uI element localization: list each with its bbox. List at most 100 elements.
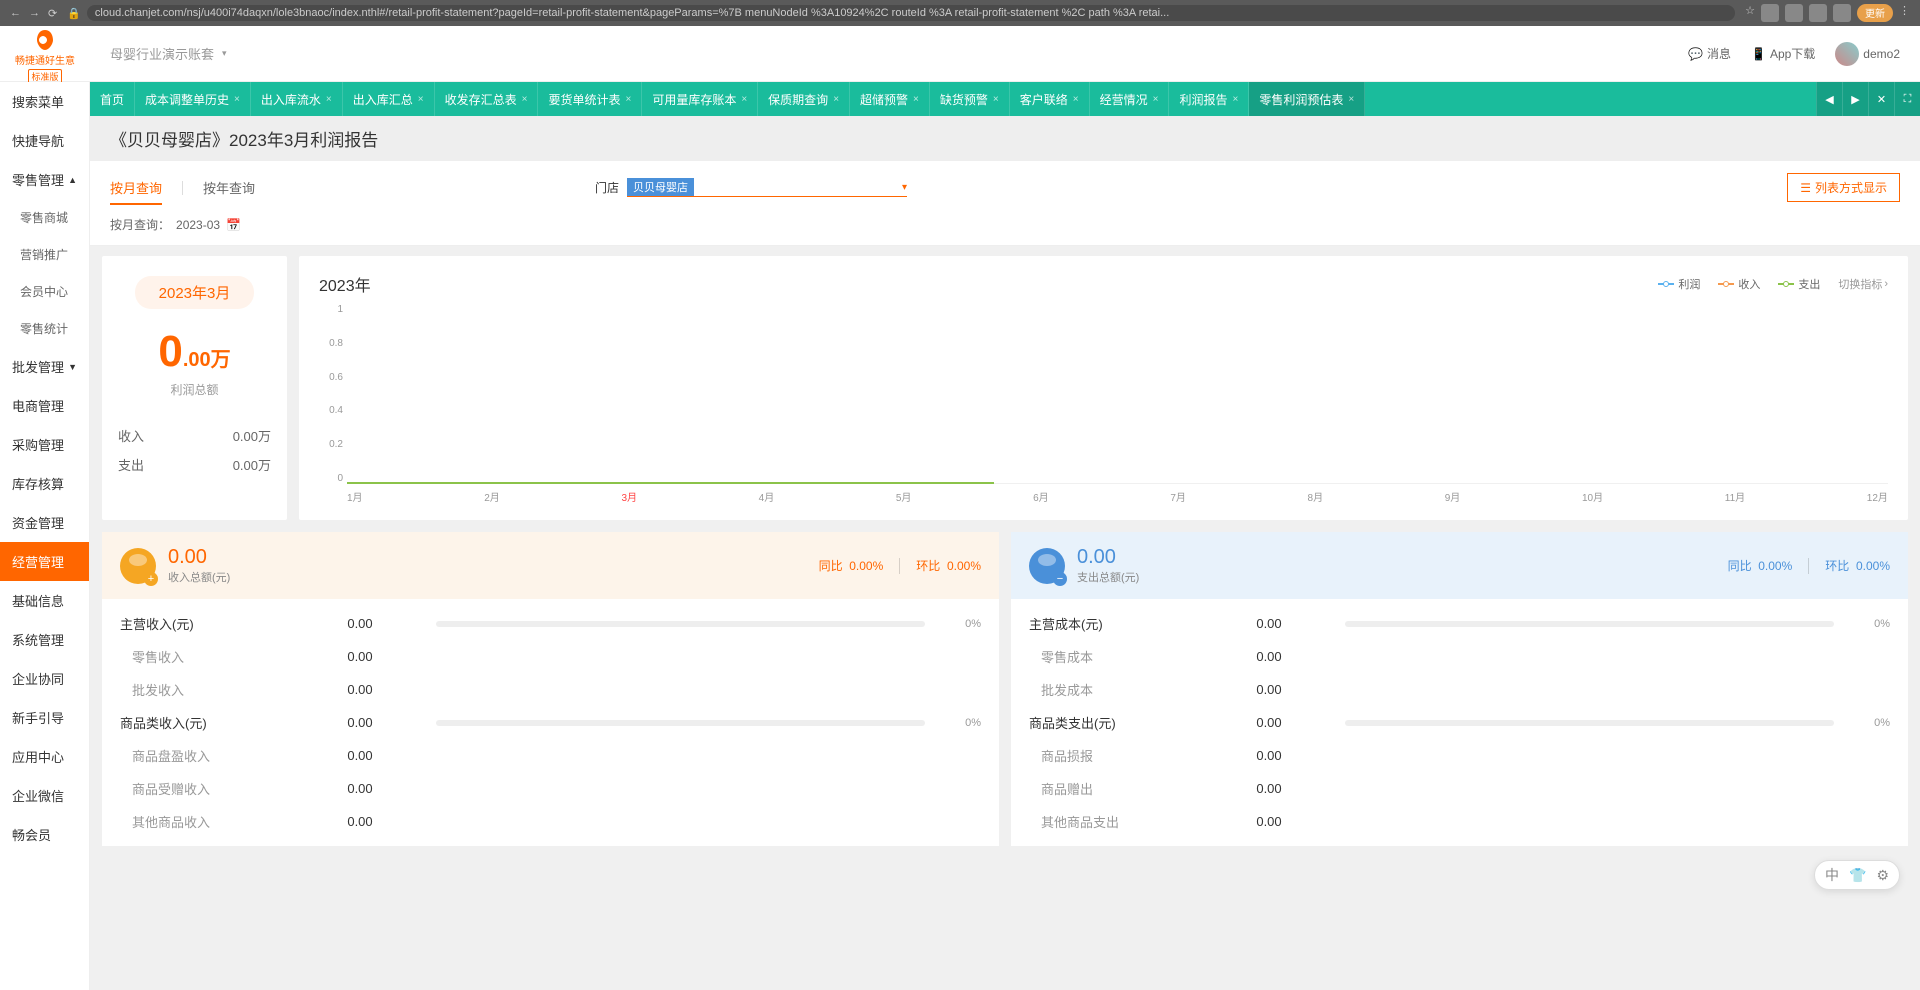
close-icon[interactable]: × (326, 94, 332, 105)
close-icon[interactable]: × (1153, 94, 1159, 105)
tab-next-button[interactable]: ▶ (1842, 82, 1868, 116)
chart-plot[interactable]: 10.80.60.40.20 1月2月3月4月5月6月7月8月9月10月11月1… (319, 304, 1888, 504)
query-tab-year[interactable]: 按年查询 (203, 174, 255, 201)
tab[interactable]: 成本调整单历史× (135, 82, 251, 116)
tab[interactable]: 经营情况× (1090, 82, 1170, 116)
detail-row: 零售成本0.00 (1029, 640, 1890, 673)
sidebar-item[interactable]: 新手引导 (0, 698, 89, 737)
tab[interactable]: 零售利润预估表× (1249, 82, 1365, 116)
income-label: 收入总额(元) (168, 569, 230, 585)
sidebar-item[interactable]: 采购管理 (0, 425, 89, 464)
detail-row: 商品类收入(元)0.000% (120, 706, 981, 739)
close-icon[interactable]: × (993, 94, 999, 105)
tab[interactable]: 客户联络× (1010, 82, 1090, 116)
tab-bar: 首页成本调整单历史×出入库流水×出入库汇总×收发存汇总表×要货单统计表×可用量库… (90, 82, 1920, 116)
account-selector[interactable]: 母婴行业演示账套 ▾ (110, 44, 227, 63)
logo[interactable]: 畅捷通好生意 标准版 (0, 24, 90, 84)
sidebar-item[interactable]: 经营管理 (0, 542, 89, 581)
chevron-down-icon: ▾ (902, 182, 907, 193)
back-icon[interactable]: ← (10, 7, 21, 20)
income-amount: 0.00 (168, 546, 230, 569)
chart-card: 2023年 利润收入支出切换指标 › 10.80.60.40.20 1月2月3月… (299, 256, 1908, 520)
x-tick: 3月 (621, 489, 637, 504)
forward-icon[interactable]: → (29, 7, 40, 20)
lock-icon: 🔒 (67, 7, 81, 20)
close-icon[interactable]: × (913, 94, 919, 105)
tab[interactable]: 要货单统计表× (538, 82, 642, 116)
close-icon[interactable]: × (625, 94, 631, 105)
app-header: 畅捷通好生意 标准版 母婴行业演示账套 ▾ 💬 消息 📱 App下载 demo2 (0, 26, 1920, 82)
tab[interactable]: 保质期查询× (758, 82, 850, 116)
switch-indicator-button[interactable]: 切换指标 › (1838, 276, 1888, 292)
expense-icon: − (1029, 548, 1065, 584)
close-icon[interactable]: × (1232, 94, 1238, 105)
tab[interactable]: 收发存汇总表× (435, 82, 539, 116)
sidebar-item[interactable]: 基础信息 (0, 581, 89, 620)
tab[interactable]: 首页 (90, 82, 135, 116)
list-view-button[interactable]: ☰ 列表方式显示 (1787, 173, 1900, 202)
sidebar-item[interactable]: 电商管理 (0, 386, 89, 425)
tab-prev-button[interactable]: ◀ (1816, 82, 1842, 116)
sidebar-item[interactable]: 搜索菜单 (0, 82, 89, 121)
message-icon: 💬 (1688, 47, 1703, 61)
extension-icon[interactable] (1761, 4, 1779, 22)
x-tick: 5月 (896, 489, 912, 504)
profit-total: 0.00万 (118, 327, 271, 377)
tab[interactable]: 可用量库存账本× (642, 82, 758, 116)
legend-item[interactable]: 支出 (1778, 276, 1820, 292)
legend-item[interactable]: 利润 (1658, 276, 1700, 292)
menu-icon[interactable]: ⋮ (1899, 4, 1910, 22)
x-tick: 1月 (347, 489, 363, 504)
sidebar-item[interactable]: 应用中心 (0, 737, 89, 776)
tab[interactable]: 超储预警× (850, 82, 930, 116)
tab-close-button[interactable]: ✕ (1868, 82, 1894, 116)
reload-icon[interactable]: ⟳ (48, 7, 57, 20)
ime-widget[interactable]: 中 👕 ⚙ (1814, 860, 1900, 890)
app-download-button[interactable]: 📱 App下载 (1751, 45, 1815, 62)
close-icon[interactable]: × (234, 94, 240, 105)
tab[interactable]: 出入库流水× (251, 82, 343, 116)
close-icon[interactable]: × (522, 94, 528, 105)
sidebar-item[interactable]: 会员中心 (0, 273, 89, 310)
x-tick: 12月 (1867, 489, 1888, 504)
sidebar-item[interactable]: 快捷导航 (0, 121, 89, 160)
messages-button[interactable]: 💬 消息 (1688, 45, 1731, 62)
filter-panel: 按月查询 按年查询 门店 贝贝母婴店 ▾ ☰ 列表方式显示 按月查询： (90, 161, 1920, 246)
tab[interactable]: 利润报告× (1169, 82, 1249, 116)
legend-item[interactable]: 收入 (1718, 276, 1760, 292)
chart-series-line (347, 482, 994, 484)
sidebar-item[interactable]: 企业微信 (0, 776, 89, 815)
sidebar-item[interactable]: 批发管理▼ (0, 347, 89, 386)
star-icon[interactable]: ☆ (1745, 4, 1755, 22)
sidebar-item[interactable]: 零售统计 (0, 310, 89, 347)
browser-extensions: ☆ 更新 ⋮ (1745, 4, 1910, 22)
tab-expand-button[interactable]: ⛶ (1894, 82, 1920, 116)
tab-controls: ◀ ▶ ✕ ⛶ (1816, 82, 1920, 116)
close-icon[interactable]: × (418, 94, 424, 105)
extension-icon[interactable] (1833, 4, 1851, 22)
close-icon[interactable]: × (1073, 94, 1079, 105)
sidebar-item[interactable]: 系统管理 (0, 620, 89, 659)
update-button[interactable]: 更新 (1857, 4, 1893, 22)
x-tick: 2月 (484, 489, 500, 504)
calendar-icon[interactable]: 📅 (226, 218, 241, 232)
sidebar-item[interactable]: 畅会员 (0, 815, 89, 854)
extension-icon[interactable] (1809, 4, 1827, 22)
extension-icon[interactable] (1785, 4, 1803, 22)
tab[interactable]: 缺货预警× (930, 82, 1010, 116)
user-menu[interactable]: demo2 (1835, 42, 1900, 66)
close-icon[interactable]: × (1348, 94, 1354, 105)
sidebar-item[interactable]: 零售商城 (0, 199, 89, 236)
sidebar-item[interactable]: 营销推广 (0, 236, 89, 273)
sidebar-item[interactable]: 企业协同 (0, 659, 89, 698)
close-icon[interactable]: × (741, 94, 747, 105)
sidebar-item[interactable]: 资金管理 (0, 503, 89, 542)
tab[interactable]: 出入库汇总× (343, 82, 435, 116)
avatar (1835, 42, 1859, 66)
query-tab-month[interactable]: 按月查询 (110, 174, 162, 201)
close-icon[interactable]: × (833, 94, 839, 105)
sidebar-item[interactable]: 零售管理▲ (0, 160, 89, 199)
store-select[interactable]: 贝贝母婴店 ▾ (627, 178, 907, 197)
sidebar-item[interactable]: 库存核算 (0, 464, 89, 503)
url-bar[interactable]: cloud.chanjet.com/nsj/u400i74daqxn/lole3… (87, 5, 1735, 21)
